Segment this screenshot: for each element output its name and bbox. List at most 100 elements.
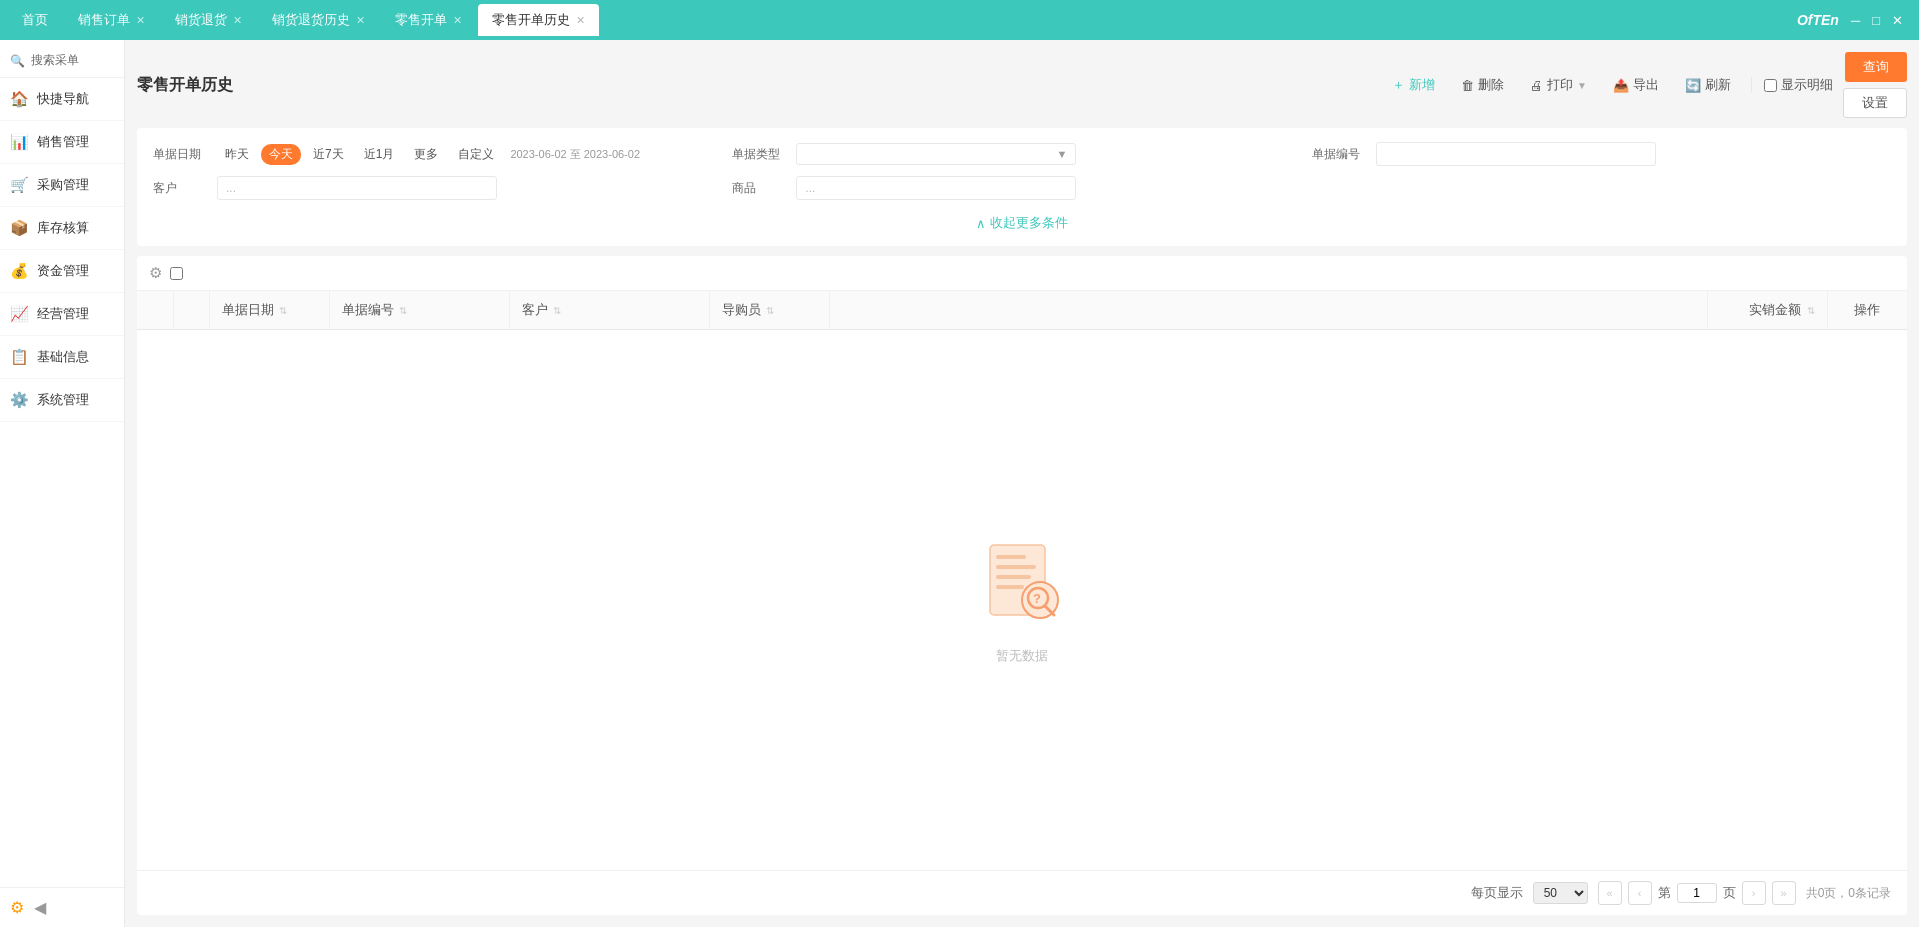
per-page-select[interactable]: 50 10 20 100 [1533, 882, 1588, 904]
collapse-sidebar-icon[interactable]: ◀ [34, 898, 46, 917]
page-word: 页 [1723, 884, 1736, 902]
filter-row-1: 单据日期 昨天 今天 近7天 近1月 更多 自定义 2023-06-02 至 2… [153, 142, 1891, 166]
tab-return[interactable]: 销货退货 ✕ [161, 4, 256, 36]
basic-icon: 📋 [10, 348, 29, 366]
sidebar-item-quicknav[interactable]: 🏠 快捷导航 [0, 78, 124, 121]
delete-icon: 🗑 [1461, 78, 1474, 93]
type-select-arrow: ▼ [1056, 148, 1067, 160]
col-action-header: 操作 [1827, 291, 1907, 330]
page-number-input[interactable] [1677, 883, 1717, 903]
select-all-checkbox[interactable] [170, 267, 183, 280]
tab-retail-history[interactable]: 零售开单历史 ✕ [478, 4, 599, 36]
date-btn-yesterday[interactable]: 昨天 [217, 144, 257, 165]
purchase-icon: 🛒 [10, 176, 29, 194]
next-page-button[interactable]: › [1742, 881, 1766, 905]
sidebar-item-basic[interactable]: 📋 基础信息 [0, 336, 124, 379]
col-customer-header[interactable]: 客户 ⇅ [509, 291, 709, 330]
sidebar-item-system-label: 系统管理 [37, 391, 89, 409]
page-title: 零售开单历史 [137, 75, 233, 96]
settings-bottom-icon[interactable]: ⚙ [10, 898, 24, 917]
tab-return-history[interactable]: 销货退货历史 ✕ [258, 4, 379, 36]
export-button[interactable]: 📤 导出 [1605, 72, 1667, 98]
sales-icon: 📊 [10, 133, 29, 151]
col-customer-label: 客户 [522, 302, 548, 317]
show-detail-input[interactable] [1764, 79, 1777, 92]
tab-home[interactable]: 首页 [8, 4, 62, 36]
orderno-filter-label: 单据编号 [1312, 146, 1368, 163]
filter-type-item: 单据类型 ▼ [732, 143, 1311, 165]
refresh-label: 刷新 [1705, 76, 1731, 94]
type-select[interactable]: ▼ [796, 143, 1076, 165]
filter-row-2: 客户 ... 商品 ... [153, 176, 1891, 200]
tab-retail-label: 零售开单 [395, 11, 447, 29]
maximize-button[interactable]: □ [1872, 13, 1880, 28]
sidebar-item-inventory[interactable]: 📦 库存核算 [0, 207, 124, 250]
date-btns: 昨天 今天 近7天 近1月 更多 自定义 [217, 144, 502, 165]
filter-orderno-item: 单据编号 [1312, 142, 1891, 166]
date-btn-today[interactable]: 今天 [261, 144, 301, 165]
col-order-sort: ⇅ [399, 305, 407, 316]
add-button[interactable]: ＋ 新增 [1384, 72, 1443, 98]
tab-return-close[interactable]: ✕ [233, 14, 242, 27]
sidebar-item-finance[interactable]: 💰 资金管理 [0, 250, 124, 293]
page-total: 共0页，0条记录 [1806, 885, 1891, 902]
date-btn-1month[interactable]: 近1月 [356, 144, 403, 165]
filter-date-item: 单据日期 昨天 今天 近7天 近1月 更多 自定义 2023-06-02 至 2… [153, 144, 732, 165]
col-date-header[interactable]: 单据日期 ⇅ [209, 291, 329, 330]
product-select[interactable]: ... [796, 176, 1076, 200]
col-amount-header[interactable]: 实销金额 ⇅ [1707, 291, 1827, 330]
toolbar: ＋ 新增 🗑 删除 🖨 打印 ▼ 📤 导出 🔄 [1384, 52, 1907, 118]
print-button[interactable]: 🖨 打印 ▼ [1522, 72, 1595, 98]
customer-filter-label: 客户 [153, 180, 209, 197]
tab-retail-close[interactable]: ✕ [453, 14, 462, 27]
sidebar-item-purchase[interactable]: 🛒 采购管理 [0, 164, 124, 207]
tab-sales-order-label: 销售订单 [78, 11, 130, 29]
customer-select[interactable]: ... [217, 176, 497, 200]
date-btn-7days[interactable]: 近7天 [305, 144, 352, 165]
last-page-button[interactable]: » [1772, 881, 1796, 905]
orderno-input[interactable] [1376, 142, 1656, 166]
svg-rect-3 [996, 575, 1031, 579]
add-label: 新增 [1409, 76, 1435, 94]
refresh-button[interactable]: 🔄 刷新 [1677, 72, 1739, 98]
sidebar-item-sales[interactable]: 📊 销售管理 [0, 121, 124, 164]
sidebar-item-operation[interactable]: 📈 经营管理 [0, 293, 124, 336]
delete-button[interactable]: 🗑 删除 [1453, 72, 1512, 98]
col-action-label: 操作 [1854, 302, 1880, 317]
app-name: OfTEn [1797, 12, 1839, 28]
show-detail-label: 显示明细 [1781, 76, 1833, 94]
prev-page-button[interactable]: ‹ [1628, 881, 1652, 905]
tab-retail-history-close[interactable]: ✕ [576, 14, 585, 27]
main-layout: 🔍 搜索采单 🏠 快捷导航 📊 销售管理 🛒 采购管理 📦 库存核算 💰 资金管… [0, 40, 1919, 927]
home-icon: 🏠 [10, 90, 29, 108]
show-detail-checkbox[interactable]: 显示明细 [1764, 76, 1833, 94]
tab-return-history-close[interactable]: ✕ [356, 14, 365, 27]
search-icon: 🔍 [10, 54, 25, 68]
col-order-header[interactable]: 单据编号 ⇅ [329, 291, 509, 330]
tab-sales-order-close[interactable]: ✕ [136, 14, 145, 27]
sidebar: 🔍 搜索采单 🏠 快捷导航 📊 销售管理 🛒 采购管理 📦 库存核算 💰 资金管… [0, 40, 125, 927]
date-btn-more[interactable]: 更多 [406, 144, 446, 165]
collapse-button[interactable]: ∧ 收起更多条件 [153, 210, 1891, 236]
setting-button[interactable]: 设置 [1843, 88, 1907, 118]
tab-sales-order[interactable]: 销售订单 ✕ [64, 4, 159, 36]
filter-customer-item: 客户 ... [153, 176, 732, 200]
page-header: 零售开单历史 ＋ 新增 🗑 删除 🖨 打印 ▼ 📤 导出 [137, 52, 1907, 118]
sidebar-item-quicknav-label: 快捷导航 [37, 90, 89, 108]
sidebar-item-purchase-label: 采购管理 [37, 176, 89, 194]
sidebar-item-system[interactable]: ⚙️ 系统管理 [0, 379, 124, 422]
date-btn-custom[interactable]: 自定义 [450, 144, 502, 165]
col-spacer-header [829, 291, 1707, 330]
col-guide-header[interactable]: 导购员 ⇅ [709, 291, 829, 330]
window-controls: OfTEn ─ □ ✕ [1797, 12, 1911, 28]
first-page-button[interactable]: « [1598, 881, 1622, 905]
sidebar-search[interactable]: 🔍 搜索采单 [0, 40, 124, 78]
table-settings-icon[interactable]: ⚙ [149, 264, 162, 282]
query-button[interactable]: 查询 [1845, 52, 1907, 82]
svg-rect-1 [996, 555, 1026, 559]
system-icon: ⚙️ [10, 391, 29, 409]
delete-label: 删除 [1478, 76, 1504, 94]
tab-retail[interactable]: 零售开单 ✕ [381, 4, 476, 36]
close-button[interactable]: ✕ [1892, 13, 1903, 28]
minimize-button[interactable]: ─ [1851, 13, 1860, 28]
